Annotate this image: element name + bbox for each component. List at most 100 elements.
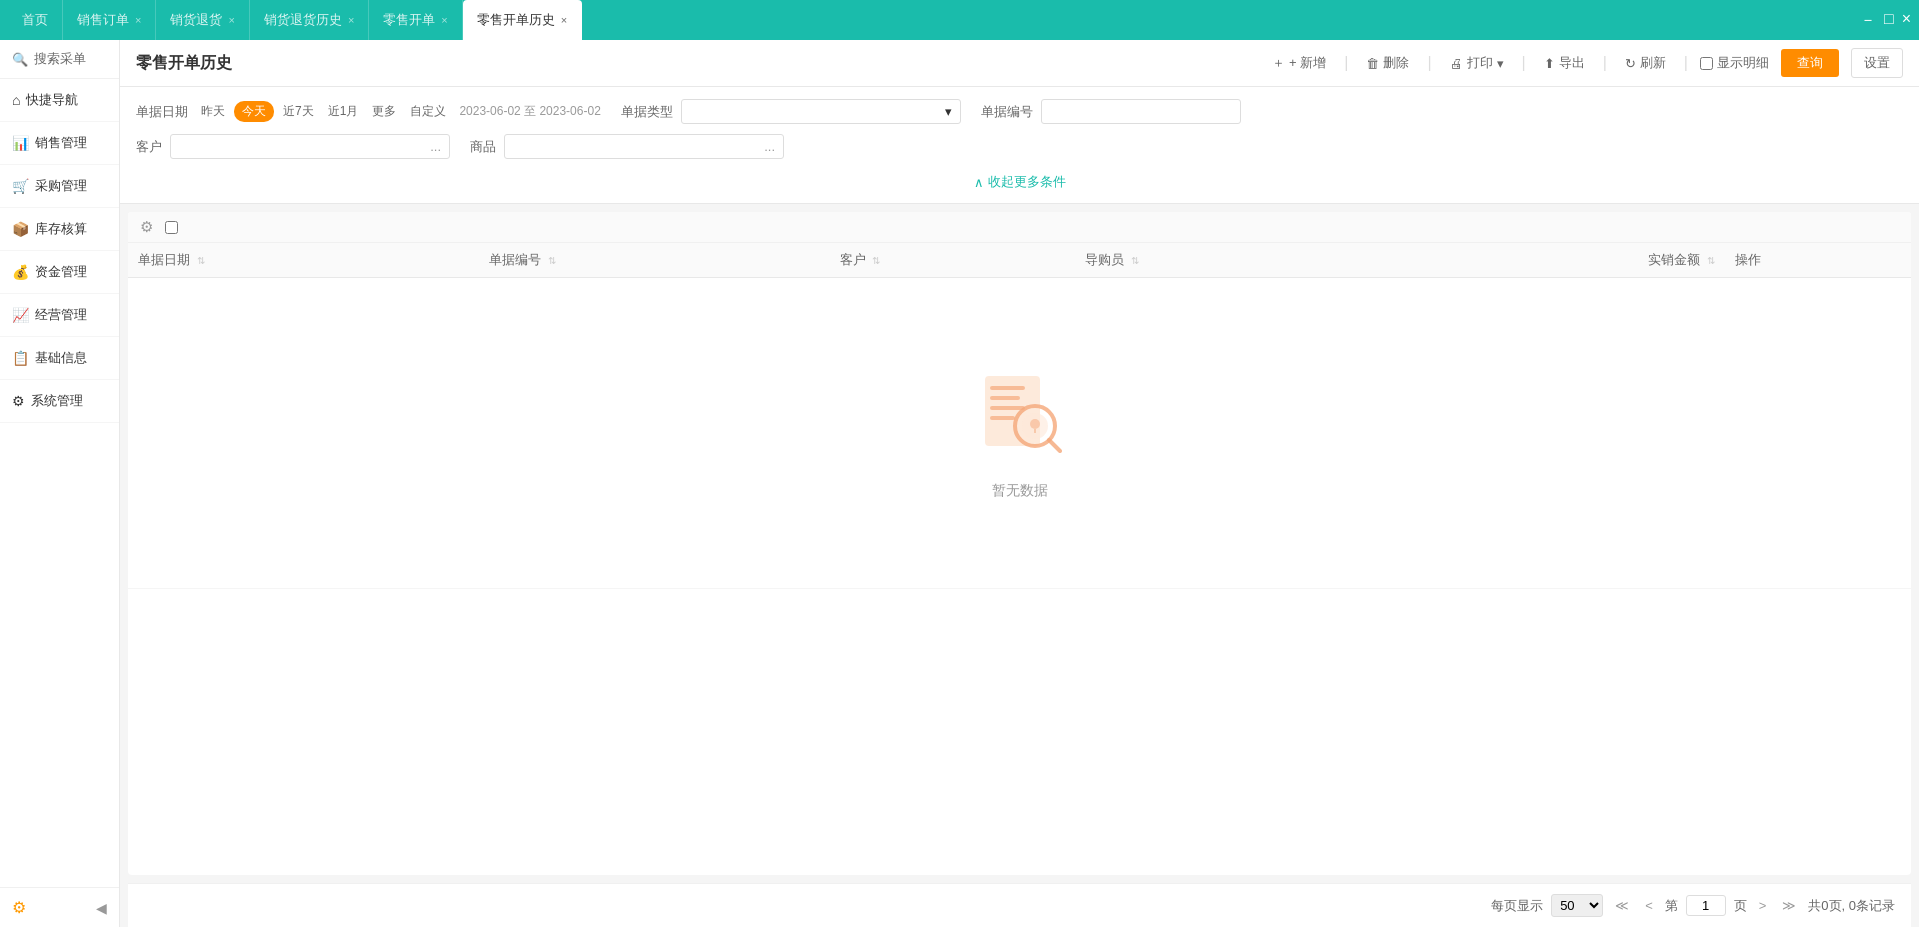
close-tab-sales-return[interactable]: × <box>228 14 234 26</box>
goods-ellipsis-icon[interactable]: ... <box>764 139 775 154</box>
sort-salesperson-icon[interactable]: ⇅ <box>1131 255 1139 266</box>
window-controls: － □ × <box>1860 10 1911 31</box>
close-tab-retail-open-history[interactable]: × <box>561 14 567 26</box>
date-btn-more[interactable]: 更多 <box>367 101 401 122</box>
svg-rect-3 <box>990 406 1025 410</box>
minimize-button[interactable]: － <box>1860 10 1876 31</box>
svg-rect-1 <box>990 386 1025 390</box>
doc-no-input[interactable] <box>1041 99 1241 124</box>
system-icon: ⚙ <box>12 393 25 409</box>
tab-bar: 首页 销售订单 × 销货退货 × 销货退货历史 × 零售开单 × 零售开单历史 … <box>8 0 1852 40</box>
goods-input[interactable]: ... <box>504 134 784 159</box>
tab-sales-return[interactable]: 销货退货 × <box>156 0 249 40</box>
close-tab-sales-return-history[interactable]: × <box>348 14 354 26</box>
date-btn-7days[interactable]: 近7天 <box>278 101 319 122</box>
print-dropdown-icon[interactable]: ▾ <box>1497 56 1504 71</box>
date-btn-custom[interactable]: 自定义 <box>405 101 451 122</box>
empty-svg <box>970 366 1070 466</box>
sort-date-icon[interactable]: ⇅ <box>197 255 205 266</box>
query-button[interactable]: 查询 <box>1781 49 1839 77</box>
sidebar-item-inventory[interactable]: 📦 库存核算 <box>0 208 119 251</box>
doc-type-label: 单据类型 <box>621 103 673 121</box>
sidebar-item-finance[interactable]: 💰 资金管理 <box>0 251 119 294</box>
data-table: 单据日期 ⇅ 单据编号 ⇅ 客户 ⇅ 导购员 ⇅ <box>128 243 1911 589</box>
sidebar-item-label: 经营管理 <box>35 306 87 324</box>
date-btn-1month[interactable]: 近1月 <box>323 101 364 122</box>
sidebar-item-basic-info[interactable]: 📋 基础信息 <box>0 337 119 380</box>
select-all-checkbox[interactable] <box>165 221 178 234</box>
empty-state-cell: 暂无数据 <box>128 278 1911 589</box>
doc-type-filter: 单据类型 ▾ <box>621 99 961 124</box>
search-icon: 🔍 <box>12 52 28 67</box>
top-bar: 首页 销售订单 × 销货退货 × 销货退货历史 × 零售开单 × 零售开单历史 … <box>0 0 1919 40</box>
date-btn-yesterday[interactable]: 昨天 <box>196 101 230 122</box>
divider: | <box>1344 54 1348 72</box>
delete-button[interactable]: 🗑 删除 <box>1360 50 1415 76</box>
first-page-button[interactable]: ≪ <box>1611 896 1633 915</box>
sidebar-item-operations[interactable]: 📈 经营管理 <box>0 294 119 337</box>
next-page-button[interactable]: > <box>1755 896 1771 915</box>
table-wrapper: ⚙ 单据日期 ⇅ 单据编号 ⇅ 客户 <box>128 212 1911 875</box>
dropdown-arrow-icon: ▾ <box>945 104 952 119</box>
maximize-button[interactable]: □ <box>1884 10 1894 31</box>
print-button[interactable]: 🖨 打印 ▾ <box>1444 50 1510 76</box>
empty-state: 暂无数据 <box>138 286 1901 580</box>
date-options: 昨天 今天 近7天 近1月 更多 自定义 <box>196 101 451 122</box>
purchase-icon: 🛒 <box>12 178 29 194</box>
sidebar-item-purchase-mgmt[interactable]: 🛒 采购管理 <box>0 165 119 208</box>
date-label: 单据日期 <box>136 103 188 121</box>
tab-sales-order[interactable]: 销售订单 × <box>63 0 156 40</box>
divider: | <box>1684 54 1688 72</box>
sidebar-item-label: 销售管理 <box>35 134 87 152</box>
customer-label: 客户 <box>136 138 162 156</box>
content-area: 零售开单历史 ＋ + 新增 | 🗑 删除 | 🖨 打印 ▾ | <box>120 40 1919 927</box>
tab-retail-open-history[interactable]: 零售开单历史 × <box>463 0 582 40</box>
divider: | <box>1427 54 1431 72</box>
export-button[interactable]: ⬆ 导出 <box>1538 50 1591 76</box>
sidebar-item-label: 库存核算 <box>35 220 87 238</box>
main-layout: 🔍 搜索采单 ⌂ 快捷导航 📊 销售管理 🛒 采购管理 📦 库存核算 💰 资金管… <box>0 40 1919 927</box>
divider: | <box>1522 54 1526 72</box>
refresh-button[interactable]: ↻ 刷新 <box>1619 50 1672 76</box>
home-icon: ⌂ <box>12 92 20 108</box>
sidebar-item-sales-mgmt[interactable]: 📊 销售管理 <box>0 122 119 165</box>
sidebar-collapse-icon[interactable]: ◀ <box>96 900 107 916</box>
last-page-button[interactable]: ≫ <box>1778 896 1800 915</box>
tab-retail-open[interactable]: 零售开单 × <box>369 0 462 40</box>
current-page-input[interactable] <box>1686 895 1726 916</box>
display-detail-checkbox[interactable]: 显示明细 <box>1700 54 1769 72</box>
table-settings-icon[interactable]: ⚙ <box>140 218 153 236</box>
sidebar-item-quick-nav[interactable]: ⌂ 快捷导航 <box>0 79 119 122</box>
tab-sales-return-history[interactable]: 销货退货历史 × <box>250 0 369 40</box>
svg-point-8 <box>1030 419 1040 429</box>
table-body: 暂无数据 <box>128 278 1911 589</box>
sidebar-search[interactable]: 🔍 搜索采单 <box>0 40 119 79</box>
add-button[interactable]: ＋ + 新增 <box>1266 50 1332 76</box>
date-btn-today[interactable]: 今天 <box>234 101 274 122</box>
sales-icon: 📊 <box>12 135 29 151</box>
operations-icon: 📈 <box>12 307 29 323</box>
customer-ellipsis-icon[interactable]: ... <box>430 139 441 154</box>
sort-amount-icon[interactable]: ⇅ <box>1707 255 1715 266</box>
close-tab-retail-open[interactable]: × <box>441 14 447 26</box>
doc-type-select[interactable]: ▾ <box>681 99 961 124</box>
display-detail-input[interactable] <box>1700 57 1713 70</box>
tab-home[interactable]: 首页 <box>8 0 63 40</box>
sort-customer-icon[interactable]: ⇅ <box>872 255 880 266</box>
date-range-display: 2023-06-02 至 2023-06-02 <box>459 103 600 120</box>
customer-input[interactable]: ... <box>170 134 450 159</box>
svg-rect-4 <box>990 416 1015 420</box>
close-button[interactable]: × <box>1902 10 1911 31</box>
settings-gear-icon[interactable]: ⚙ <box>12 898 26 917</box>
close-tab-sales-order[interactable]: × <box>135 14 141 26</box>
table-header-row: 单据日期 ⇅ 单据编号 ⇅ 客户 ⇅ 导购员 ⇅ <box>128 243 1911 278</box>
setting-button[interactable]: 设置 <box>1851 48 1903 78</box>
page-header: 零售开单历史 ＋ + 新增 | 🗑 删除 | 🖨 打印 ▾ | <box>120 40 1919 87</box>
sidebar-item-system[interactable]: ⚙ 系统管理 <box>0 380 119 423</box>
finance-icon: 💰 <box>12 264 29 280</box>
sort-number-icon[interactable]: ⇅ <box>548 255 556 266</box>
filter-row-1: 单据日期 昨天 今天 近7天 近1月 更多 自定义 2023-06-02 至 2… <box>136 99 1903 124</box>
prev-page-button[interactable]: < <box>1641 896 1657 915</box>
collapse-filter-button[interactable]: ∧ 收起更多条件 <box>136 169 1903 195</box>
page-size-select[interactable]: 10 20 50 100 <box>1551 894 1603 917</box>
